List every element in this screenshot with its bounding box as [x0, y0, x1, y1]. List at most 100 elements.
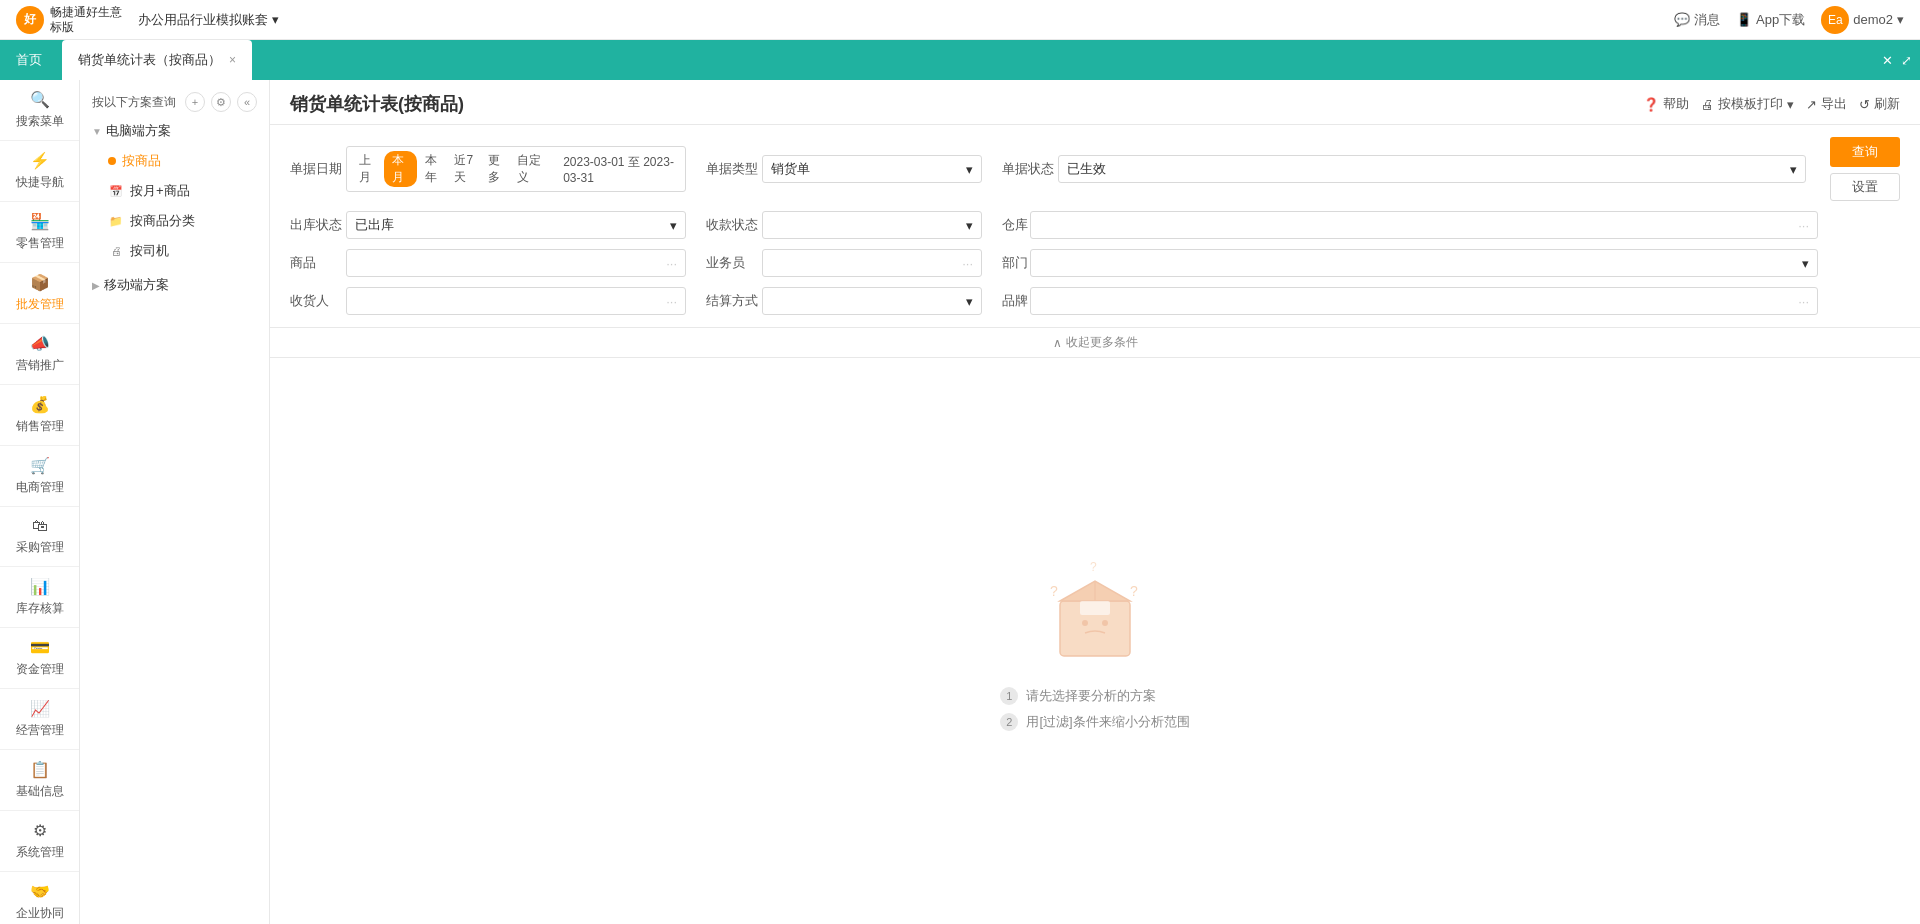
- brand-control[interactable]: ···: [1030, 287, 1818, 315]
- active-dot: [108, 157, 116, 165]
- filter-storage-status: 出库状态 已出库: [290, 211, 686, 239]
- ellipsis-icon: ···: [962, 256, 973, 271]
- date-tab-more[interactable]: 更多: [484, 151, 509, 187]
- content-area: 按以下方案查询 + ⚙ « ▼ 电脑端方案 按商品: [80, 80, 1920, 924]
- filter-warehouse: 仓库 ···: [1002, 211, 1818, 239]
- close-window-icon[interactable]: ✕: [1882, 53, 1893, 68]
- enterprise-icon: 🤝: [30, 882, 50, 901]
- date-tab-this-year[interactable]: 本年: [421, 151, 446, 187]
- filter-brand: 品牌 ···: [1002, 287, 1818, 315]
- help-button[interactable]: ❓ 帮助: [1643, 95, 1689, 113]
- sidebar-item-basic[interactable]: 📋 基础信息: [0, 750, 79, 811]
- refresh-button[interactable]: ↺ 刷新: [1859, 95, 1900, 113]
- sidebar-item-sales[interactable]: 💰 销售管理: [0, 385, 79, 446]
- sidebar-item-operation[interactable]: 📈 经营管理: [0, 689, 79, 750]
- recipient-control[interactable]: ···: [346, 287, 686, 315]
- print-icon: 🖨: [1701, 97, 1714, 112]
- operation-icon: 📈: [30, 699, 50, 718]
- tab-active[interactable]: 销货单统计表（按商品） ×: [62, 40, 252, 80]
- query-button[interactable]: 查询: [1830, 137, 1900, 167]
- date-filter-control[interactable]: 上月 本月 本年 近7天 更多 自定义 2023-03-01 至 2023-03…: [346, 146, 686, 192]
- sidebar-item-system[interactable]: ⚙ 系统管理: [0, 811, 79, 872]
- scheme-section-desktop-header[interactable]: ▼ 电脑端方案: [80, 116, 269, 146]
- user-menu[interactable]: Ea demo2: [1821, 6, 1904, 34]
- logo-area: 好 畅捷通好生意 标版: [16, 5, 122, 34]
- sales-icon: 💰: [30, 395, 50, 414]
- storage-status-control[interactable]: 已出库: [346, 211, 686, 239]
- app-selector[interactable]: 办公用品行业模拟账套: [138, 11, 279, 29]
- date-tab-this-month[interactable]: 本月: [384, 151, 417, 187]
- tab-home[interactable]: 首页: [0, 40, 58, 80]
- step-1-badge: 1: [1000, 687, 1018, 705]
- chevron-up-icon: ∧: [1053, 336, 1062, 350]
- date-tab-custom[interactable]: 自定义: [513, 151, 547, 187]
- sidebar-item-search[interactable]: 🔍 搜索菜单: [0, 80, 79, 141]
- app-download-button[interactable]: 📱 App下载: [1736, 11, 1805, 29]
- filter-doc-type: 单据类型 销货单: [706, 155, 982, 183]
- doc-status-control[interactable]: 已生效: [1058, 155, 1806, 183]
- tab-close-icon[interactable]: ×: [229, 53, 236, 67]
- message-icon: 💬: [1674, 12, 1690, 27]
- page-header: 销货单统计表(按商品) ❓ 帮助 🖨 按模板打印 ↗: [270, 80, 1920, 125]
- collapse-bar[interactable]: ∧ 收起更多条件: [270, 328, 1920, 358]
- sidebar-item-retail[interactable]: 🏪 零售管理: [0, 202, 79, 263]
- scheme-item-by-cashier[interactable]: 🖨 按司机: [80, 236, 269, 266]
- doc-type-control[interactable]: 销货单: [762, 155, 982, 183]
- sidebar-item-marketing[interactable]: 📣 营销推广: [0, 324, 79, 385]
- topbar-right: 💬 消息 📱 App下载 Ea demo2: [1674, 6, 1904, 34]
- product-control[interactable]: ···: [346, 249, 686, 277]
- chevron-down-icon: [966, 218, 973, 233]
- message-button[interactable]: 💬 消息: [1674, 11, 1720, 29]
- scheme-actions: + ⚙ «: [185, 92, 257, 112]
- purchase-icon: 🛍: [32, 517, 48, 535]
- expand-icon[interactable]: ⤢: [1901, 53, 1912, 68]
- sidebar-item-finance[interactable]: 💳 资金管理: [0, 628, 79, 689]
- sidebar-item-inventory[interactable]: 📊 库存核算: [0, 567, 79, 628]
- empty-text-item-2: 2 用[过滤]条件来缩小分析范围: [1000, 713, 1189, 731]
- empty-illustration: ? ? ?: [1035, 551, 1155, 671]
- settings-button[interactable]: 设置: [1830, 173, 1900, 201]
- retail-icon: 🏪: [30, 212, 50, 231]
- sidebar-item-enterprise[interactable]: 🤝 企业协同: [0, 872, 79, 924]
- export-button[interactable]: ↗ 导出: [1806, 95, 1847, 113]
- quick-nav-icon: ⚡: [30, 151, 50, 170]
- folder-icon: 📁: [108, 213, 124, 229]
- page-title: 销货单统计表(按商品): [290, 92, 464, 116]
- logo-text: 畅捷通好生意 标版: [50, 5, 122, 34]
- date-tab-7days[interactable]: 近7天: [450, 151, 480, 187]
- date-tab-last-month[interactable]: 上月: [355, 151, 380, 187]
- logo-icon: 好: [16, 6, 44, 34]
- scheme-item-by-month-product[interactable]: 📅 按月+商品: [80, 176, 269, 206]
- sidebar-item-quick-nav[interactable]: ⚡ 快捷导航: [0, 141, 79, 202]
- sidebar-item-wholesale[interactable]: 📦 批发管理: [0, 263, 79, 324]
- calendar-icon: 📅: [108, 183, 124, 199]
- department-control[interactable]: [1030, 249, 1818, 277]
- payment-method-control[interactable]: [762, 287, 982, 315]
- scheme-collapse-button[interactable]: «: [237, 92, 257, 112]
- sidebar: 🔍 搜索菜单 ⚡ 快捷导航 🏪 零售管理 📦 批发管理 📣 营销推广 💰 销售管…: [0, 80, 80, 924]
- payment-status-control[interactable]: [762, 211, 982, 239]
- warehouse-control[interactable]: ···: [1030, 211, 1818, 239]
- scheme-item-by-category[interactable]: 📁 按商品分类: [80, 206, 269, 236]
- chevron-down-icon: [670, 218, 677, 233]
- template-print-button[interactable]: 🖨 按模板打印: [1701, 95, 1794, 113]
- scheme-section-mobile-header[interactable]: ▶ 移动端方案: [80, 270, 269, 300]
- tabbar: 首页 销货单统计表（按商品） × ✕ ⤢: [0, 40, 1920, 80]
- scheme-settings-button[interactable]: ⚙: [211, 92, 231, 112]
- scheme-item-by-product[interactable]: 按商品: [80, 146, 269, 176]
- avatar: Ea: [1821, 6, 1849, 34]
- collapse-button[interactable]: ∧ 收起更多条件: [1053, 334, 1138, 351]
- salesperson-control[interactable]: ···: [762, 249, 982, 277]
- sidebar-item-purchase[interactable]: 🛍 采购管理: [0, 507, 79, 567]
- inventory-icon: 📊: [30, 577, 50, 596]
- chevron-down-icon: ▼: [92, 126, 102, 137]
- filter-row-1: 单据日期 上月 本月 本年 近7天 更多 自定义 20: [290, 137, 1900, 201]
- svg-text:?: ?: [1090, 560, 1097, 574]
- sidebar-item-ecommerce[interactable]: 🛒 电商管理: [0, 446, 79, 507]
- system-icon: ⚙: [33, 821, 47, 840]
- scheme-panel: 按以下方案查询 + ⚙ « ▼ 电脑端方案 按商品: [80, 80, 270, 924]
- scheme-add-button[interactable]: +: [185, 92, 205, 112]
- empty-state: ? ? ? 1 请先选择要分析的方案 2 用[过滤]条件来缩小分析范围: [270, 358, 1920, 924]
- filter-department: 部门: [1002, 249, 1818, 277]
- svg-text:?: ?: [1130, 583, 1138, 599]
